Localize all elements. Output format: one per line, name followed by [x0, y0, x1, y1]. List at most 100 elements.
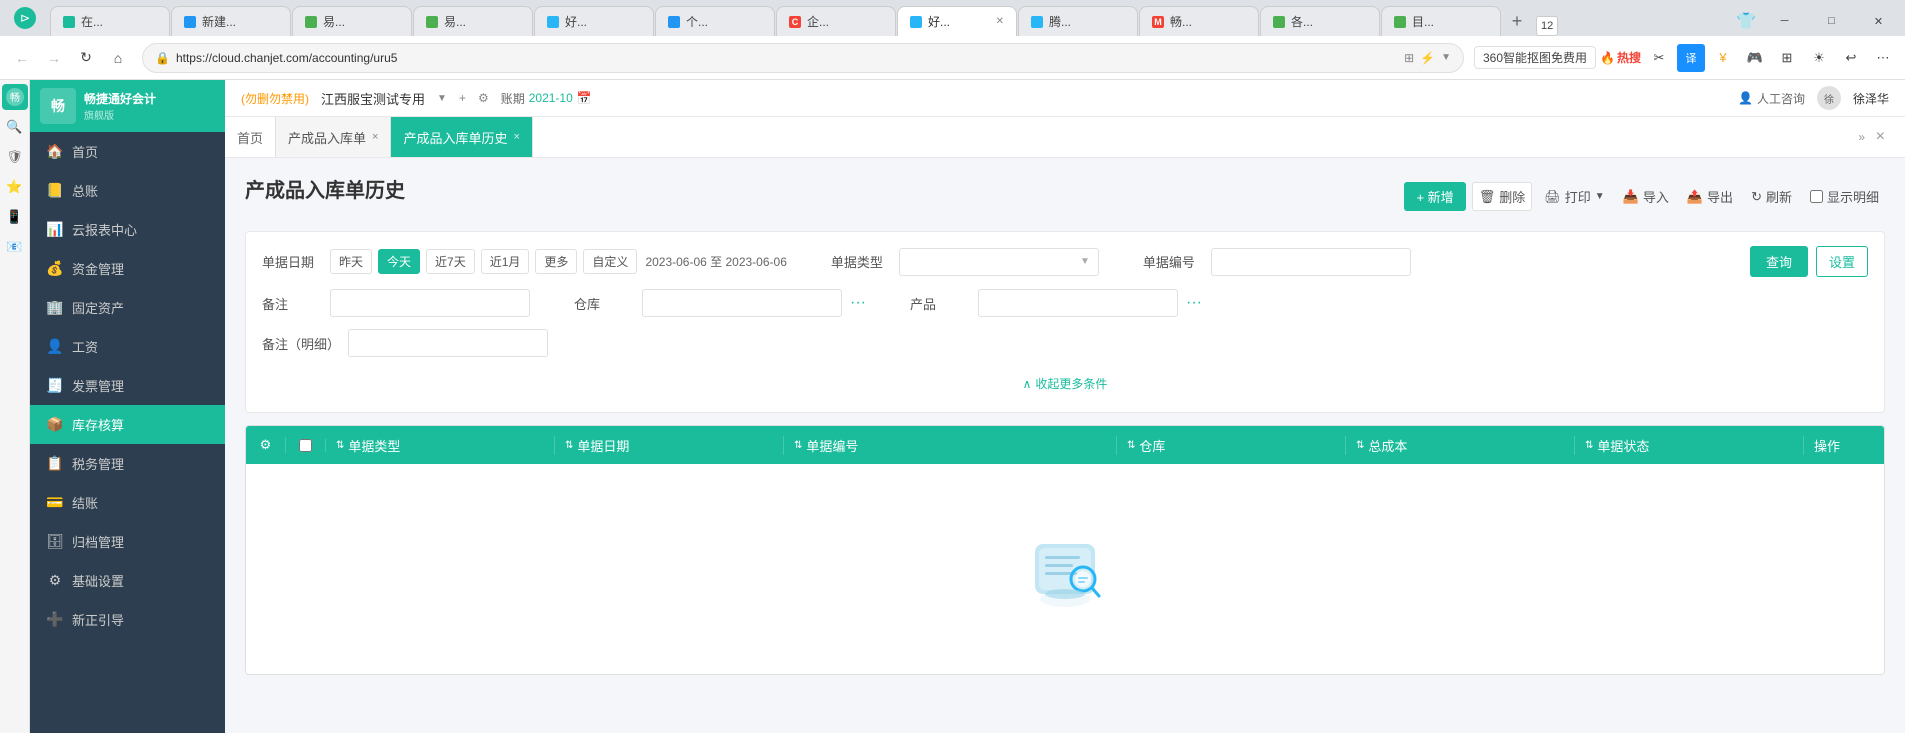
th-number[interactable]: ⇅ 单据编号: [784, 436, 1117, 455]
shirt-icon[interactable]: 👕: [1732, 7, 1760, 35]
th-date[interactable]: ⇅ 单据日期: [555, 436, 784, 455]
print-button[interactable]: 🖨 打印 ▼: [1538, 183, 1610, 210]
nav-item-home[interactable]: 🏠 首页: [30, 132, 225, 171]
nav-item-archive[interactable]: 🗄 归档管理: [30, 522, 225, 561]
refresh-button[interactable]: ↻ 刷新: [1745, 183, 1798, 210]
th-checkbox[interactable]: [286, 439, 326, 452]
settings-gear-icon[interactable]: ⚙: [478, 91, 489, 105]
tab-6[interactable]: 个...: [655, 6, 775, 36]
th-status[interactable]: ⇅ 单据状态: [1575, 436, 1804, 455]
content-close-button[interactable]: ×: [1876, 128, 1885, 146]
nav-item-payroll[interactable]: 👤 工资: [30, 327, 225, 366]
tab-4[interactable]: 易...: [413, 6, 533, 36]
date-more[interactable]: 更多: [535, 249, 577, 274]
th-warehouse[interactable]: ⇅ 仓库: [1117, 436, 1346, 455]
tab-1[interactable]: 在...: [50, 6, 170, 36]
nav-item-cashflow[interactable]: 💰 资金管理: [30, 249, 225, 288]
bolt-icon[interactable]: ⚡: [1420, 51, 1435, 65]
import-button[interactable]: 📥 导入: [1617, 183, 1675, 210]
home-nav-button[interactable]: ⌂: [104, 44, 132, 72]
tab-close-8[interactable]: ✕: [996, 16, 1004, 27]
select-all-checkbox[interactable]: [299, 439, 312, 452]
tab-3[interactable]: 易...: [292, 6, 412, 36]
delete-button[interactable]: 🗑 删除: [1472, 182, 1533, 211]
add-company-button[interactable]: +: [459, 91, 466, 105]
breadcrumb-home[interactable]: 首页: [225, 117, 276, 157]
product-filter-input[interactable]: [978, 289, 1178, 317]
nav-item-ledger[interactable]: 📒 总账: [30, 171, 225, 210]
app-icon-main[interactable]: 畅: [2, 84, 28, 110]
chevron-down-icon[interactable]: ▼: [1441, 52, 1451, 63]
warehouse-filter-input[interactable]: [642, 289, 842, 317]
dropdown-icon[interactable]: ▼: [437, 93, 447, 104]
company-header[interactable]: 畅 畅捷通好会计 旗舰版: [30, 80, 225, 132]
th-type[interactable]: ⇅ 单据类型: [326, 436, 555, 455]
new-tab-button[interactable]: +: [1502, 6, 1532, 36]
maximize-button[interactable]: □: [1809, 6, 1854, 36]
translate-tool[interactable]: 译: [1677, 44, 1705, 72]
tab-10[interactable]: M 畅...: [1139, 6, 1259, 36]
show-detail-checkbox[interactable]: [1810, 190, 1823, 203]
content-more-button[interactable]: »: [1858, 130, 1865, 144]
tab-list-close[interactable]: ×: [372, 131, 378, 143]
app-icon-star[interactable]: ⭐: [2, 174, 28, 200]
reload-button[interactable]: ↻: [72, 44, 100, 72]
search-box[interactable]: 360智能抠图免费用: [1474, 46, 1596, 69]
undo-tool[interactable]: ↩: [1837, 44, 1865, 72]
user-name-label[interactable]: 徐泽华: [1853, 90, 1889, 107]
date-7days[interactable]: 近7天: [426, 249, 475, 274]
nav-item-inventory[interactable]: 📦 库存核算: [30, 405, 225, 444]
detail-remark-input[interactable]: [348, 329, 548, 357]
nav-item-reports[interactable]: 📊 云报表中心: [30, 210, 225, 249]
app-icon-email[interactable]: 📧: [2, 234, 28, 260]
calendar-icon[interactable]: 📅: [577, 91, 592, 105]
nav-item-new-account[interactable]: ➕ 新正引导: [30, 600, 225, 639]
brightness-tool[interactable]: ☀: [1805, 44, 1833, 72]
tab-history-close[interactable]: ×: [513, 131, 519, 143]
tab-12[interactable]: 目...: [1381, 6, 1501, 36]
tab-11[interactable]: 各...: [1260, 6, 1380, 36]
warehouse-ellipsis[interactable]: ···: [850, 294, 866, 312]
tab-2[interactable]: 新建...: [171, 6, 291, 36]
more-tool[interactable]: ⋯: [1869, 44, 1897, 72]
tab-9[interactable]: 腾...: [1018, 6, 1138, 36]
browser-icon[interactable]: ⊳: [14, 7, 36, 29]
back-button[interactable]: ←: [8, 44, 36, 72]
new-button[interactable]: + 新增: [1404, 182, 1465, 211]
breadcrumb-tab-history[interactable]: 产成品入库单历史 ×: [391, 117, 532, 157]
ai-service-button[interactable]: 👤 人工咨询: [1738, 90, 1805, 107]
date-today[interactable]: 今天: [378, 249, 420, 274]
user-avatar[interactable]: 徐: [1817, 86, 1841, 110]
company-name[interactable]: 江西服宝测试专用: [321, 89, 425, 108]
settings-button[interactable]: 设置: [1816, 246, 1868, 277]
app-icon-search[interactable]: 🔍: [2, 114, 28, 140]
nav-item-settings[interactable]: ⚙ 基础设置: [30, 561, 225, 600]
grid-icon[interactable]: ⊞: [1404, 51, 1414, 65]
hot-search[interactable]: 🔥 热搜: [1600, 49, 1641, 66]
currency-tool[interactable]: ¥: [1709, 44, 1737, 72]
tab-7[interactable]: C 企...: [776, 6, 896, 36]
product-ellipsis[interactable]: ···: [1186, 294, 1202, 312]
close-button[interactable]: ✕: [1856, 6, 1901, 36]
type-select[interactable]: ▼: [899, 248, 1099, 276]
period-value[interactable]: 2021-10: [529, 91, 573, 105]
number-filter-input[interactable]: [1211, 248, 1411, 276]
nav-item-invoice[interactable]: 🧾 发票管理: [30, 366, 225, 405]
tab-8[interactable]: 好... ✕: [897, 6, 1017, 36]
breadcrumb-tab-list[interactable]: 产成品入库单 ×: [276, 117, 391, 157]
forward-button[interactable]: →: [40, 44, 68, 72]
collapse-bar[interactable]: ∧ 收起更多条件: [262, 369, 1868, 398]
address-bar[interactable]: 🔒 https://cloud.chanjet.com/accounting/u…: [142, 43, 1464, 73]
show-detail-button[interactable]: 显示明细: [1804, 183, 1885, 210]
remark-filter-input[interactable]: [330, 289, 530, 317]
app-icon-mobile[interactable]: 📱: [2, 204, 28, 230]
scissors-tool[interactable]: ✂: [1645, 44, 1673, 72]
tab-5[interactable]: 好...: [534, 6, 654, 36]
tab-count[interactable]: 12: [1536, 16, 1558, 36]
th-cost[interactable]: ⇅ 总成本: [1346, 436, 1575, 455]
date-yesterday[interactable]: 昨天: [330, 249, 372, 274]
date-1month[interactable]: 近1月: [481, 249, 530, 274]
app-icon-shield[interactable]: 🛡: [2, 144, 28, 170]
nav-item-checkout[interactable]: 💳 结账: [30, 483, 225, 522]
date-custom[interactable]: 自定义: [583, 249, 637, 274]
